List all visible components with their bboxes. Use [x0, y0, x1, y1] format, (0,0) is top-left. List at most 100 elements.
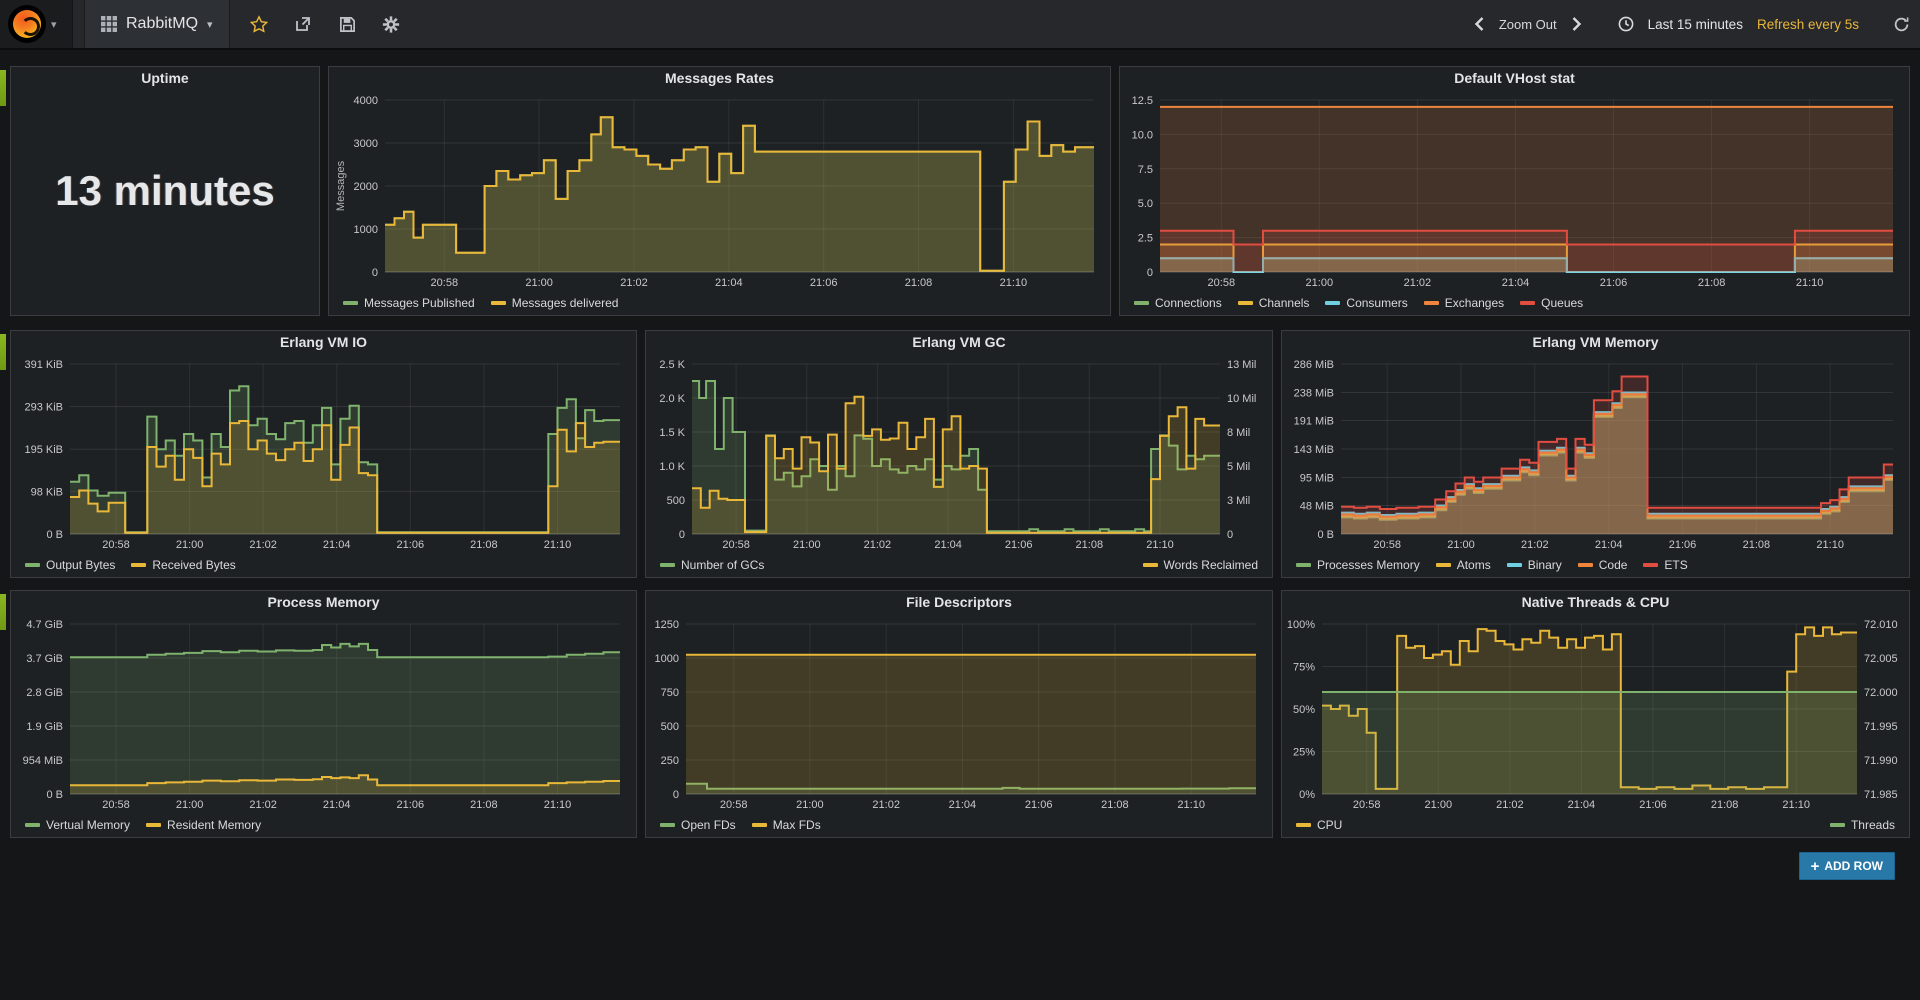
- legend-item[interactable]: Consumers: [1325, 296, 1407, 310]
- messages-rates-chart[interactable]: 20:5821:0021:0221:0421:0621:0821:1001000…: [333, 93, 1106, 291]
- svg-text:20:58: 20:58: [431, 277, 459, 289]
- legend-item[interactable]: Exchanges: [1424, 296, 1504, 310]
- file-descriptors-chart[interactable]: 20:5821:0021:0221:0421:0621:0821:1002505…: [650, 617, 1268, 813]
- panel-title-process-memory[interactable]: Process Memory: [11, 594, 636, 616]
- legend-item[interactable]: Messages delivered: [491, 296, 619, 310]
- svg-text:21:02: 21:02: [620, 277, 648, 289]
- time-range-picker[interactable]: Last 15 minutes: [1648, 17, 1743, 32]
- chevron-right-icon[interactable]: [1571, 17, 1582, 31]
- save-icon[interactable]: [338, 15, 356, 33]
- svg-text:21:00: 21:00: [176, 799, 204, 811]
- legend-item[interactable]: ETS: [1643, 558, 1687, 572]
- refresh-interval-picker[interactable]: Refresh every 5s: [1757, 17, 1859, 32]
- legend-item[interactable]: Channels: [1238, 296, 1310, 310]
- legend-item[interactable]: CPU: [1296, 818, 1342, 832]
- svg-text:21:00: 21:00: [1306, 277, 1334, 289]
- svg-text:21:02: 21:02: [249, 799, 277, 811]
- zoom-out-button[interactable]: Zoom Out: [1499, 17, 1557, 32]
- svg-text:250: 250: [661, 755, 679, 767]
- legend-swatch: [1296, 563, 1311, 567]
- legend-item[interactable]: Resident Memory: [146, 818, 261, 832]
- legend-item[interactable]: Binary: [1507, 558, 1562, 572]
- svg-text:21:10: 21:10: [1000, 277, 1028, 289]
- legend-label: Open FDs: [681, 818, 736, 832]
- panel-title-file-descriptors[interactable]: File Descriptors: [646, 594, 1272, 616]
- legend-item[interactable]: Vertual Memory: [25, 818, 130, 832]
- legend-label: Threads: [1851, 818, 1895, 832]
- native-threads-cpu-chart[interactable]: 20:5821:0021:0221:0421:0621:0821:100%25%…: [1286, 617, 1905, 813]
- legend-item[interactable]: Connections: [1134, 296, 1222, 310]
- legend-label: CPU: [1317, 818, 1342, 832]
- erlang-vm-io-chart[interactable]: 20:5821:0021:0221:0421:0621:0821:100 B98…: [15, 357, 632, 553]
- panel-title-uptime[interactable]: Uptime: [11, 70, 319, 92]
- erlang-vm-gc-chart[interactable]: 20:5821:0021:0221:0421:0621:0821:1005001…: [650, 357, 1268, 553]
- chevron-left-icon[interactable]: [1474, 17, 1485, 31]
- legend-swatch: [1134, 301, 1149, 305]
- legend-swatch: [146, 823, 161, 827]
- legend-swatch: [1507, 563, 1522, 567]
- refresh-icon[interactable]: [1893, 16, 1910, 33]
- panel-title-default-vhost-stat[interactable]: Default VHost stat: [1120, 70, 1909, 92]
- legend-item[interactable]: Open FDs: [660, 818, 736, 832]
- legend-swatch: [1436, 563, 1451, 567]
- svg-text:12.5: 12.5: [1132, 95, 1153, 107]
- grafana-logo-icon[interactable]: [8, 5, 46, 43]
- row-collapse-handle[interactable]: [0, 70, 6, 106]
- panel-title-erlang-vm-gc[interactable]: Erlang VM GC: [646, 334, 1272, 356]
- legend-item[interactable]: Words Reclaimed: [1143, 558, 1258, 572]
- svg-text:20:58: 20:58: [1373, 539, 1401, 551]
- svg-text:25%: 25%: [1293, 747, 1315, 759]
- erlang-vm-memory-chart[interactable]: 20:5821:0021:0221:0421:0621:0821:100 B48…: [1286, 357, 1905, 553]
- legend-item[interactable]: Processes Memory: [1296, 558, 1420, 572]
- panel-title-messages-rates[interactable]: Messages Rates: [329, 70, 1110, 92]
- svg-text:5.0: 5.0: [1138, 198, 1153, 210]
- erlang-vm-io-legend: Output Bytes Received Bytes: [25, 556, 622, 574]
- panel-title-erlang-vm-memory[interactable]: Erlang VM Memory: [1282, 334, 1909, 356]
- legend-label: Messages delivered: [512, 296, 619, 310]
- star-icon[interactable]: [250, 15, 268, 33]
- dashboard-grid-icon: [101, 16, 117, 32]
- svg-text:21:06: 21:06: [1669, 539, 1697, 551]
- svg-text:21:04: 21:04: [323, 799, 351, 811]
- legend-swatch: [343, 301, 358, 305]
- legend-item[interactable]: Atoms: [1436, 558, 1491, 572]
- svg-text:21:00: 21:00: [1425, 799, 1453, 811]
- svg-text:286 MiB: 286 MiB: [1294, 359, 1334, 371]
- legend-item[interactable]: Received Bytes: [131, 558, 235, 572]
- svg-text:21:00: 21:00: [796, 799, 824, 811]
- svg-text:21:02: 21:02: [249, 539, 277, 551]
- legend-swatch: [1643, 563, 1658, 567]
- svg-text:21:00: 21:00: [176, 539, 204, 551]
- svg-text:3000: 3000: [354, 138, 378, 150]
- panel-title-native-threads-cpu[interactable]: Native Threads & CPU: [1282, 594, 1909, 616]
- row-collapse-handle[interactable]: [0, 334, 6, 370]
- default-vhost-stat-chart[interactable]: 20:5821:0021:0221:0421:0621:0821:1002.55…: [1124, 93, 1905, 291]
- dashboard-caret-icon: ▾: [207, 18, 213, 31]
- svg-text:21:04: 21:04: [934, 539, 962, 551]
- legend-item[interactable]: Queues: [1520, 296, 1583, 310]
- legend-label: Queues: [1541, 296, 1583, 310]
- legend-item[interactable]: Number of GCs: [660, 558, 764, 572]
- svg-text:21:10: 21:10: [544, 799, 572, 811]
- share-icon[interactable]: [294, 15, 312, 33]
- svg-text:21:10: 21:10: [1146, 539, 1174, 551]
- grafana-logo-zone[interactable]: ▾: [0, 0, 73, 48]
- logo-caret-icon: ▾: [51, 18, 57, 31]
- process-memory-chart[interactable]: 20:5821:0021:0221:0421:0621:0821:100 B95…: [15, 617, 632, 813]
- dashboard-title-dropdown[interactable]: RabbitMQ ▾: [84, 0, 230, 48]
- svg-text:10 Mil: 10 Mil: [1227, 393, 1256, 405]
- row-collapse-handle[interactable]: [0, 594, 6, 630]
- svg-text:21:04: 21:04: [1568, 799, 1596, 811]
- gear-icon[interactable]: [382, 15, 400, 33]
- legend-swatch: [1578, 563, 1593, 567]
- svg-text:391 KiB: 391 KiB: [24, 359, 63, 371]
- legend-item[interactable]: Code: [1578, 558, 1628, 572]
- legend-label: Binary: [1528, 558, 1562, 572]
- legend-item[interactable]: Messages Published: [343, 296, 475, 310]
- svg-text:2.5: 2.5: [1138, 233, 1153, 245]
- legend-item[interactable]: Output Bytes: [25, 558, 115, 572]
- add-row-button[interactable]: + ADD ROW: [1799, 852, 1895, 880]
- legend-item[interactable]: Max FDs: [752, 818, 821, 832]
- legend-item[interactable]: Threads: [1830, 818, 1895, 832]
- panel-title-erlang-vm-io[interactable]: Erlang VM IO: [11, 334, 636, 356]
